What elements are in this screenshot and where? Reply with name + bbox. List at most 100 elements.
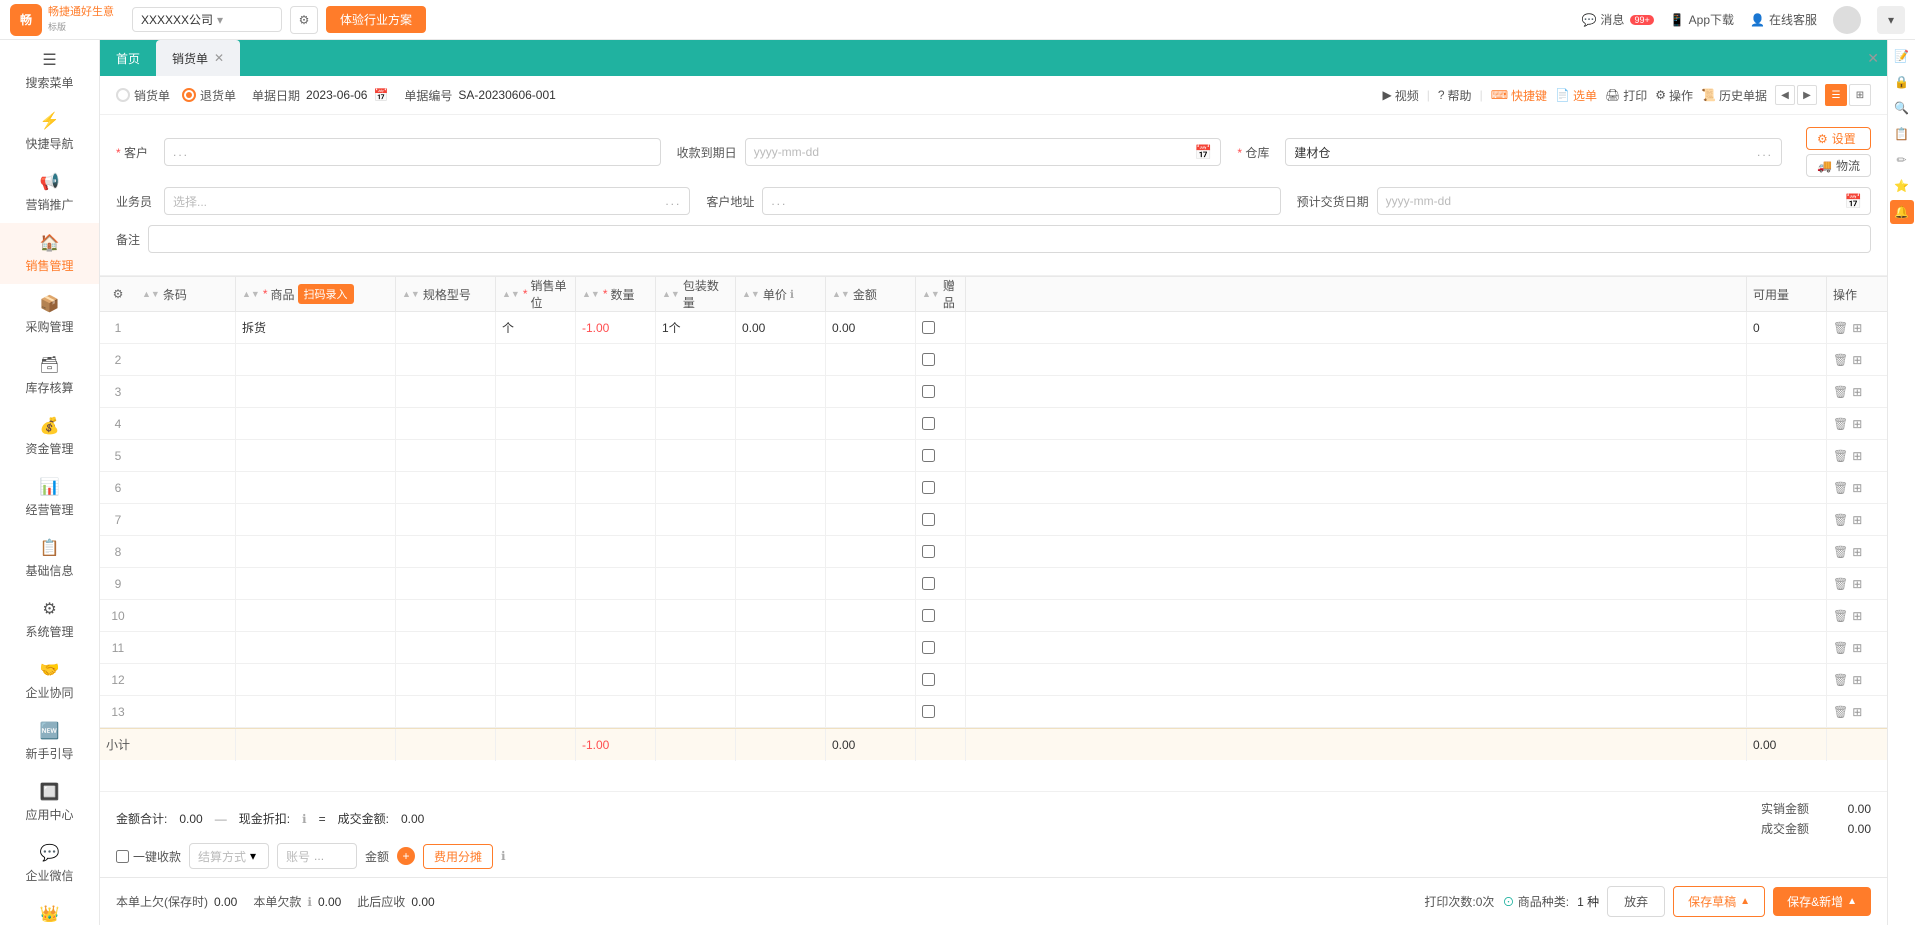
- expense-info-icon[interactable]: ℹ: [501, 849, 506, 863]
- sidebar-item-member[interactable]: 👑 畅会员: [0, 894, 99, 925]
- cell-barcode[interactable]: [136, 472, 236, 504]
- gift-checkbox[interactable]: [922, 385, 935, 398]
- delete-row-btn[interactable]: 🗑: [1833, 705, 1848, 719]
- cell-barcode[interactable]: [136, 568, 236, 600]
- cell-spec[interactable]: [396, 696, 496, 728]
- cell-qty[interactable]: [576, 536, 656, 568]
- cell-price[interactable]: [736, 696, 826, 728]
- right-panel-btn-7[interactable]: 🔔: [1890, 200, 1914, 224]
- sidebar-item-search[interactable]: ☰ 搜索菜单: [0, 40, 99, 101]
- tab-home[interactable]: 首页: [100, 40, 156, 76]
- delete-row-btn[interactable]: 🗑: [1833, 545, 1848, 559]
- scan-btn[interactable]: 扫码录入: [298, 284, 354, 304]
- cell-qty[interactable]: -1.00: [576, 312, 656, 344]
- cell-unit[interactable]: [496, 376, 576, 408]
- cell-qty[interactable]: [576, 568, 656, 600]
- sidebar-item-enterprise[interactable]: 🤝 企业协同: [0, 650, 99, 711]
- cell-price[interactable]: [736, 600, 826, 632]
- cell-barcode[interactable]: [136, 536, 236, 568]
- cell-unit[interactable]: [496, 600, 576, 632]
- cell-amount[interactable]: 0.00: [826, 312, 916, 344]
- cell-qty[interactable]: [576, 632, 656, 664]
- cell-unit[interactable]: [496, 504, 576, 536]
- cell-amount[interactable]: [826, 536, 916, 568]
- sidebar-item-wechat[interactable]: 💬 企业微信: [0, 833, 99, 894]
- grid-view-btn[interactable]: ⊞: [1849, 84, 1871, 106]
- note-input[interactable]: [148, 225, 1871, 253]
- cell-price[interactable]: [736, 440, 826, 472]
- gift-checkbox[interactable]: [922, 577, 935, 590]
- copy-row-btn[interactable]: ⊞: [1852, 513, 1862, 527]
- user-menu-btn[interactable]: ▾: [1877, 6, 1905, 34]
- sidebar-item-guide[interactable]: 🆕 新手引导: [0, 711, 99, 772]
- cell-unit[interactable]: [496, 440, 576, 472]
- cell-barcode[interactable]: [136, 600, 236, 632]
- cell-gift[interactable]: [916, 504, 966, 536]
- expected-date-input[interactable]: yyyy-mm-dd 📅: [1377, 187, 1871, 215]
- sidebar-item-apps[interactable]: 🔲 应用中心: [0, 772, 99, 833]
- save-draft-btn[interactable]: 保存草稿 ▲: [1673, 886, 1765, 917]
- warehouse-input[interactable]: 建材仓 ...: [1285, 138, 1782, 166]
- cell-product[interactable]: [236, 376, 396, 408]
- delete-row-btn[interactable]: 🗑: [1833, 417, 1848, 431]
- cell-unit[interactable]: [496, 408, 576, 440]
- cell-product[interactable]: [236, 568, 396, 600]
- cell-pkgqty[interactable]: [656, 536, 736, 568]
- messages-btn[interactable]: 💬 消息 99+: [1581, 11, 1653, 28]
- delete-row-btn[interactable]: 🗑: [1833, 385, 1848, 399]
- trial-btn[interactable]: 体验行业方案: [326, 6, 426, 33]
- cell-spec[interactable]: [396, 600, 496, 632]
- cell-amount[interactable]: [826, 408, 916, 440]
- cell-price[interactable]: [736, 408, 826, 440]
- cell-barcode[interactable]: [136, 440, 236, 472]
- cell-spec[interactable]: [396, 568, 496, 600]
- cell-gift[interactable]: [916, 408, 966, 440]
- cell-qty[interactable]: [576, 664, 656, 696]
- gift-checkbox[interactable]: [922, 417, 935, 430]
- cell-spec[interactable]: [396, 312, 496, 344]
- tab-sales-order[interactable]: 销货单 ✕: [156, 40, 240, 76]
- gift-checkbox[interactable]: [922, 321, 935, 334]
- copy-row-btn[interactable]: ⊞: [1852, 353, 1862, 367]
- cell-pkgqty[interactable]: [656, 664, 736, 696]
- gift-checkbox[interactable]: [922, 449, 935, 462]
- cell-pkgqty[interactable]: 1个: [656, 312, 736, 344]
- company-selector[interactable]: XXXXXX公司 ▾: [132, 7, 282, 32]
- cell-price[interactable]: 0.00: [736, 312, 826, 344]
- cell-qty[interactable]: [576, 472, 656, 504]
- cell-product[interactable]: [236, 696, 396, 728]
- abandon-btn[interactable]: 放弃: [1607, 886, 1665, 917]
- cell-price[interactable]: [736, 504, 826, 536]
- copy-row-btn[interactable]: ⊞: [1852, 577, 1862, 591]
- logistics-btn[interactable]: 🚚 物流: [1806, 154, 1871, 177]
- delete-row-btn[interactable]: 🗑: [1833, 353, 1848, 367]
- expected-date-cal-icon[interactable]: 📅: [1845, 193, 1862, 210]
- salesperson-input[interactable]: 选择... ...: [164, 187, 690, 215]
- cell-product[interactable]: [236, 632, 396, 664]
- settings-gear-btn[interactable]: ⚙: [290, 6, 318, 34]
- cell-gift[interactable]: [916, 696, 966, 728]
- delete-row-btn[interactable]: 🗑: [1833, 673, 1848, 687]
- copy-row-btn[interactable]: ⊞: [1852, 673, 1862, 687]
- cell-price[interactable]: [736, 664, 826, 696]
- cell-barcode[interactable]: [136, 344, 236, 376]
- cell-amount[interactable]: [826, 440, 916, 472]
- cell-spec[interactable]: [396, 408, 496, 440]
- cell-unit[interactable]: [496, 568, 576, 600]
- due-date-input[interactable]: yyyy-mm-dd 📅: [745, 138, 1222, 166]
- right-panel-btn-3[interactable]: 🔍: [1890, 96, 1914, 120]
- right-panel-btn-6[interactable]: ⭐: [1890, 174, 1914, 198]
- cell-pkgqty[interactable]: [656, 568, 736, 600]
- cell-qty[interactable]: [576, 600, 656, 632]
- cell-price[interactable]: [736, 472, 826, 504]
- sidebar-item-inventory[interactable]: 🗃 库存核算: [0, 345, 99, 406]
- right-panel-btn-1[interactable]: 📝: [1890, 44, 1914, 68]
- cell-gift[interactable]: [916, 568, 966, 600]
- right-panel-btn-4[interactable]: 📋: [1890, 122, 1914, 146]
- sidebar-item-sales[interactable]: 🏠 销售管理: [0, 223, 99, 284]
- radio-sales[interactable]: 销货单: [116, 87, 170, 104]
- due-date-cal-icon[interactable]: 📅: [1195, 144, 1212, 161]
- delete-row-btn[interactable]: 🗑: [1833, 513, 1848, 527]
- one-click-pay-check[interactable]: [116, 850, 129, 863]
- customer-input[interactable]: ...: [164, 138, 661, 166]
